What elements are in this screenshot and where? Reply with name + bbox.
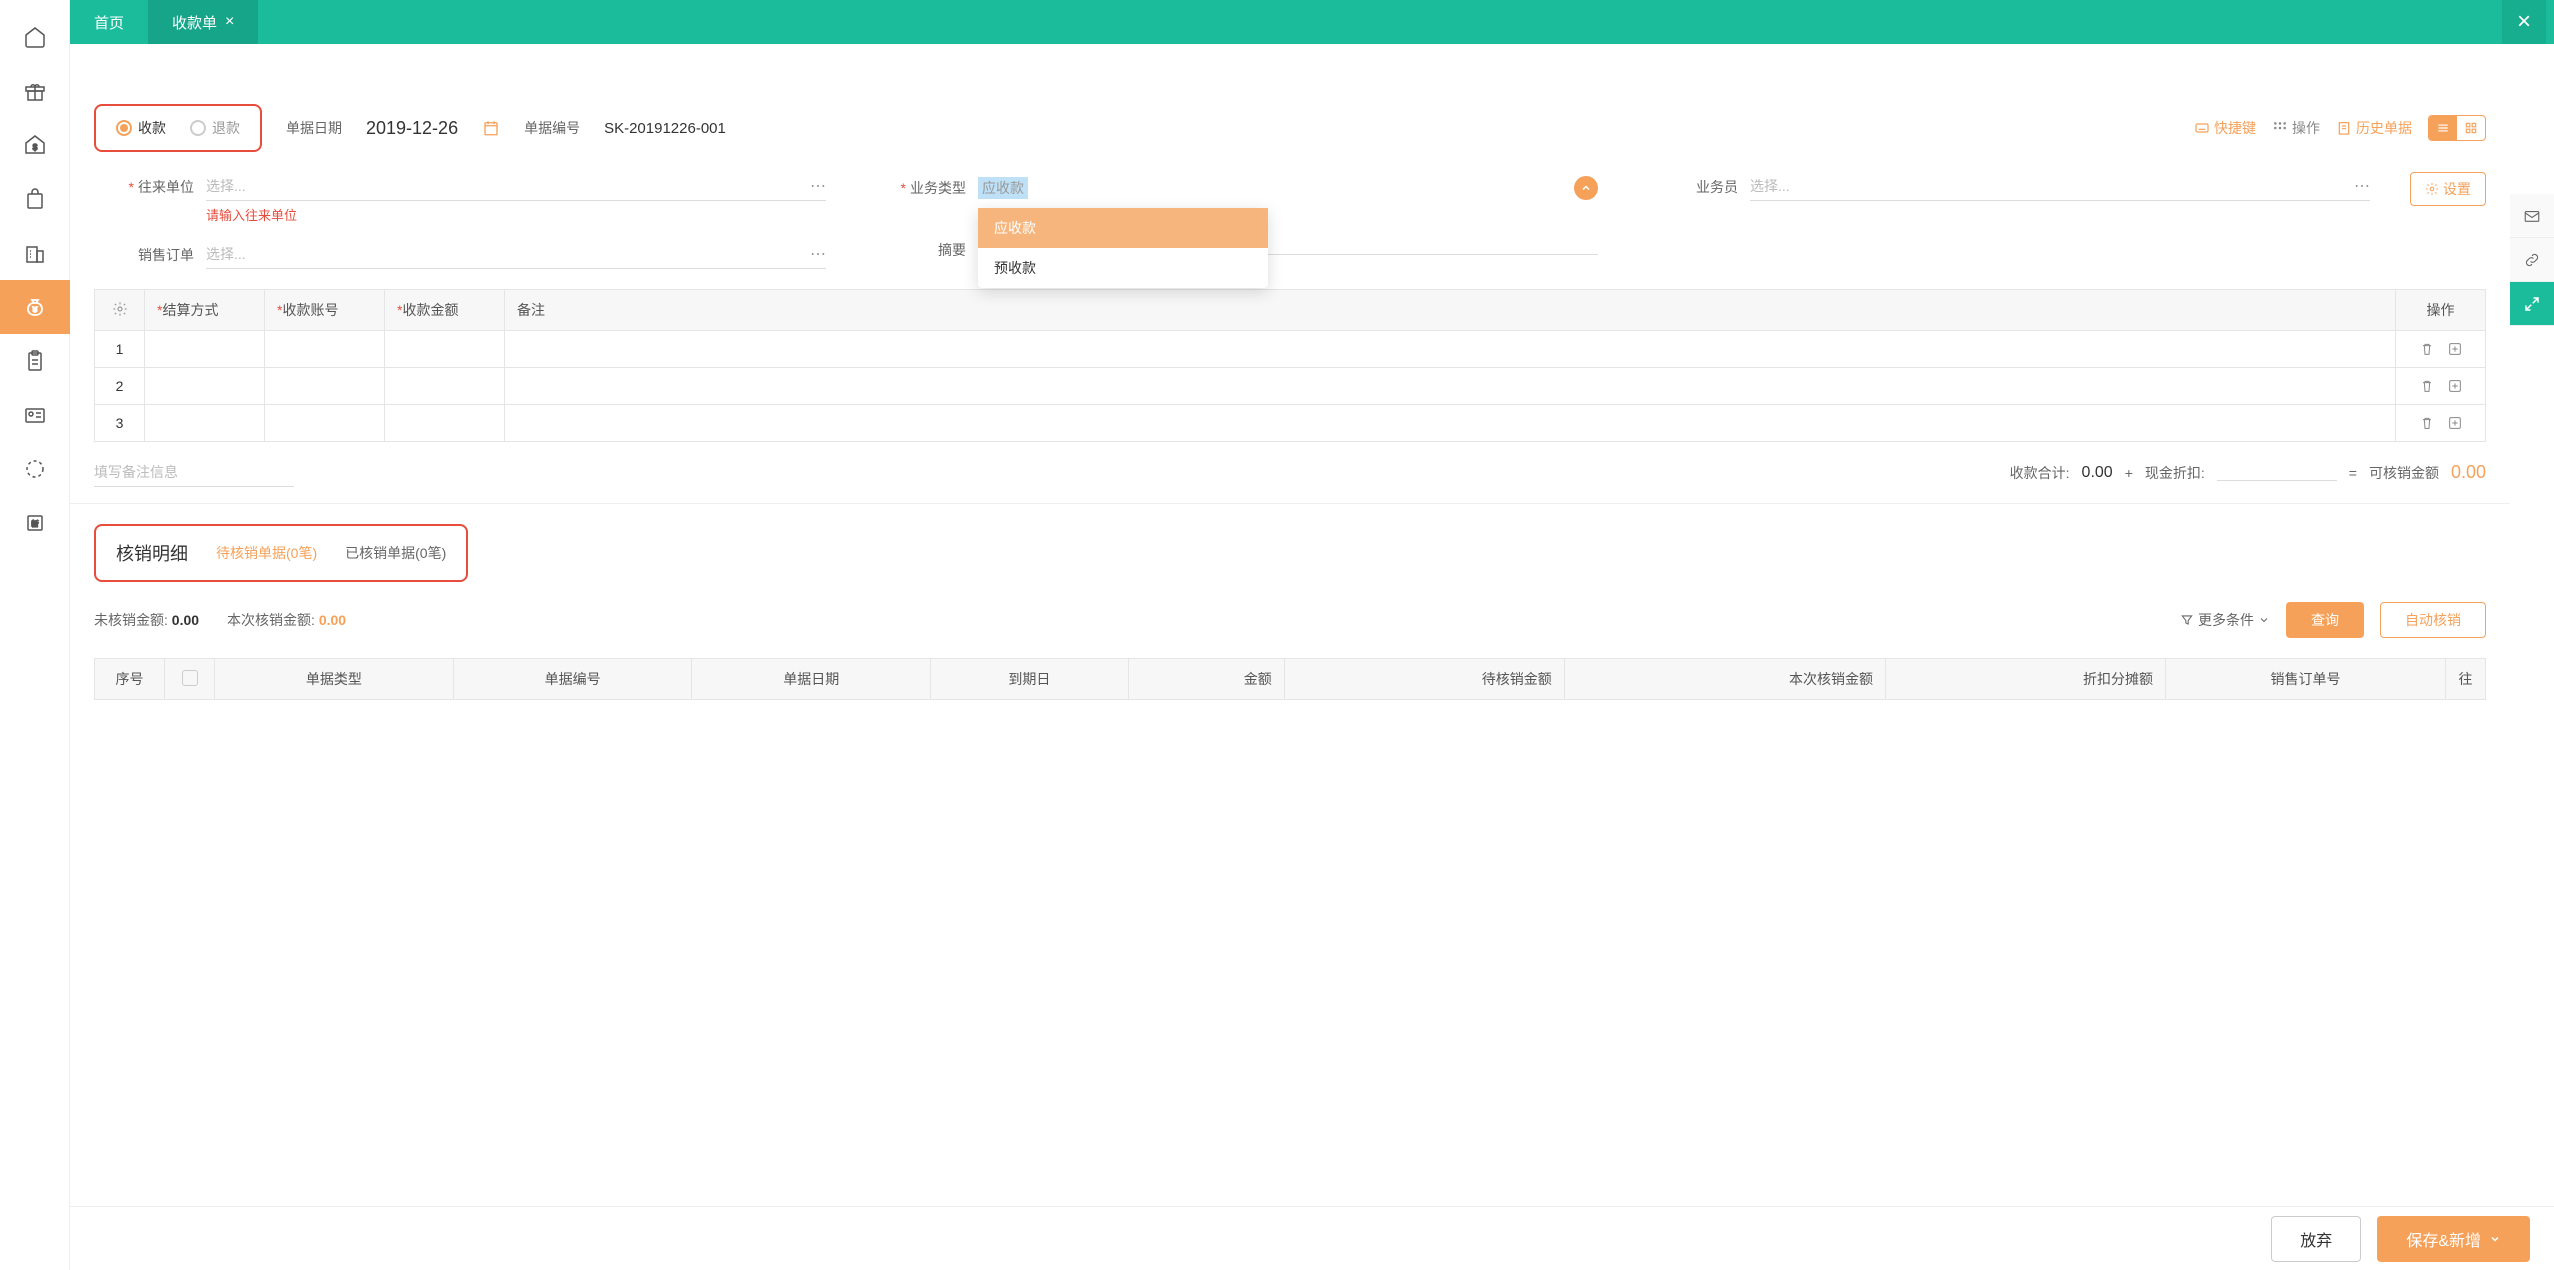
verify-section: 核销明细 待核销单据(0笔) 已核销单据(0笔) 未核销金额: 0.00 本次核… (70, 504, 2510, 780)
line-table-section: *结算方式 *收款账号 *收款金额 备注 操作 1 2 (70, 289, 2510, 442)
summary-row: 填写备注信息 收款合计: 0.00 + 现金折扣: = 可核销金额 0.00 (70, 442, 2510, 504)
top-header: 首页 收款单× × (0, 0, 2554, 44)
sales-order-field: 销售订单 选择... ⋯ (94, 240, 826, 269)
chevron-up-icon[interactable] (1574, 176, 1598, 200)
line-table: *结算方式 *收款账号 *收款金额 备注 操作 1 2 (94, 289, 2486, 442)
auto-writeoff-button[interactable]: 自动核销 (2380, 602, 2486, 638)
table-row: 3 (95, 405, 2486, 442)
more-icon[interactable]: ⋯ (810, 244, 826, 264)
delete-icon[interactable] (2419, 378, 2435, 394)
biz-type-field: *业务类型 应收款 (866, 172, 1598, 204)
view-list-icon[interactable] (2429, 116, 2457, 140)
right-link-icon[interactable] (2510, 238, 2554, 282)
nav-money-bag-icon[interactable]: ¥ (0, 280, 70, 334)
partner-field: *往来单位 选择... ⋯ (94, 172, 826, 201)
nav-gift-icon[interactable] (0, 64, 70, 118)
verify-table: 序号 单据类型 单据编号 单据日期 到期日 金额 待核销金额 本次核销金额 折扣… (94, 658, 2486, 780)
calendar-icon[interactable] (482, 119, 500, 137)
main-content: 收款 退款 单据日期 2019-12-26 单据编号 SK-20191226-0… (70, 88, 2510, 860)
add-icon[interactable] (2447, 341, 2463, 357)
select-all-checkbox[interactable] (182, 670, 198, 686)
nav-circle-icon[interactable] (0, 442, 70, 496)
dropdown-option-receivable[interactable]: 应收款 (978, 208, 1268, 248)
table-row: 2 (95, 368, 2486, 405)
nav-home-icon[interactable] (0, 10, 70, 64)
nav-id-icon[interactable] (0, 388, 70, 442)
receipt-type-radio-group: 收款 退款 (94, 104, 262, 152)
table-row: 1 (95, 331, 2486, 368)
sales-order-input[interactable]: 选择... ⋯ (206, 240, 826, 269)
chevron-down-icon (2489, 1233, 2501, 1245)
gear-icon[interactable] (112, 301, 128, 317)
nav-bag-icon[interactable] (0, 172, 70, 226)
verify-tab-pending[interactable]: 待核销单据(0笔) (216, 543, 317, 563)
right-sidebar (2510, 44, 2554, 326)
form-section: *往来单位 选择... ⋯ 请输入往来单位 *业务类型 应收款 应收款 预收款 (70, 152, 2510, 279)
operate-link[interactable]: 操作 (2272, 118, 2320, 138)
tab-home[interactable]: 首页 (70, 0, 148, 44)
svg-text:$: $ (32, 143, 37, 152)
delete-icon[interactable] (2419, 341, 2435, 357)
partner-input[interactable]: 选择... ⋯ (206, 172, 826, 201)
biz-type-select[interactable]: 应收款 (978, 172, 1598, 204)
tab-receipt[interactable]: 收款单× (148, 0, 258, 44)
doc-date-label: 单据日期 (286, 118, 342, 138)
nav-clipboard-icon[interactable] (0, 334, 70, 388)
salesman-input[interactable]: 选择... ⋯ (1750, 172, 2370, 201)
save-new-button[interactable]: 保存&新增 (2377, 1216, 2530, 1262)
dropdown-option-prepaid[interactable]: 预收款 (978, 248, 1268, 288)
nav-building-icon[interactable] (0, 226, 70, 280)
partner-error: 请输入往来单位 (206, 205, 826, 224)
history-link[interactable]: 历史单据 (2336, 118, 2412, 138)
more-icon[interactable]: ⋯ (810, 176, 826, 196)
add-icon[interactable] (2447, 378, 2463, 394)
remark-input[interactable]: 填写备注信息 (94, 458, 294, 487)
settings-button[interactable]: 设置 (2410, 172, 2486, 206)
view-toggle (2428, 115, 2486, 141)
radio-receive[interactable]: 收款 (116, 118, 166, 138)
svg-text:¥: ¥ (33, 307, 37, 314)
doc-no-label: 单据编号 (524, 118, 580, 138)
more-icon[interactable]: ⋯ (2354, 176, 2370, 196)
radio-refund[interactable]: 退款 (190, 118, 240, 138)
cash-discount-input[interactable] (2217, 465, 2337, 481)
svg-text:新: 新 (31, 519, 38, 528)
salesman-field: 业务员 选择... ⋯ (1638, 172, 2370, 201)
chevron-down-icon (2258, 614, 2270, 626)
left-sidebar: $ ¥ 新 (0, 0, 70, 1270)
verify-tab-done[interactable]: 已核销单据(0笔) (345, 543, 446, 563)
right-expand-icon[interactable] (2510, 282, 2554, 326)
view-grid-icon[interactable] (2457, 116, 2485, 140)
nav-new-icon[interactable]: 新 (0, 496, 70, 550)
shortcut-link[interactable]: 快捷键 (2194, 118, 2256, 138)
query-button[interactable]: 查询 (2286, 602, 2364, 638)
more-conditions-link[interactable]: 更多条件 (2180, 610, 2270, 630)
nav-house-dollar-icon[interactable]: $ (0, 118, 70, 172)
radio-unchecked-icon (190, 120, 206, 136)
verify-header: 核销明细 待核销单据(0笔) 已核销单据(0笔) (94, 524, 468, 582)
delete-icon[interactable] (2419, 415, 2435, 431)
right-mail-icon[interactable] (2510, 194, 2554, 238)
footer: 放弃 保存&新增 (70, 1206, 2554, 1270)
biz-type-dropdown: 应收款 预收款 (978, 208, 1268, 288)
discard-button[interactable]: 放弃 (2271, 1216, 2361, 1262)
doc-date-value[interactable]: 2019-12-26 (366, 118, 458, 139)
add-icon[interactable] (2447, 415, 2463, 431)
toolbar: 收款 退款 单据日期 2019-12-26 单据编号 SK-20191226-0… (70, 88, 2510, 152)
doc-no-value: SK-20191226-001 (604, 120, 726, 137)
radio-checked-icon (116, 120, 132, 136)
verify-bar: 未核销金额: 0.00 本次核销金额: 0.00 更多条件 查询 自动核销 (94, 582, 2486, 658)
window-close-icon[interactable]: × (2502, 0, 2546, 44)
close-tab-icon[interactable]: × (225, 13, 234, 31)
